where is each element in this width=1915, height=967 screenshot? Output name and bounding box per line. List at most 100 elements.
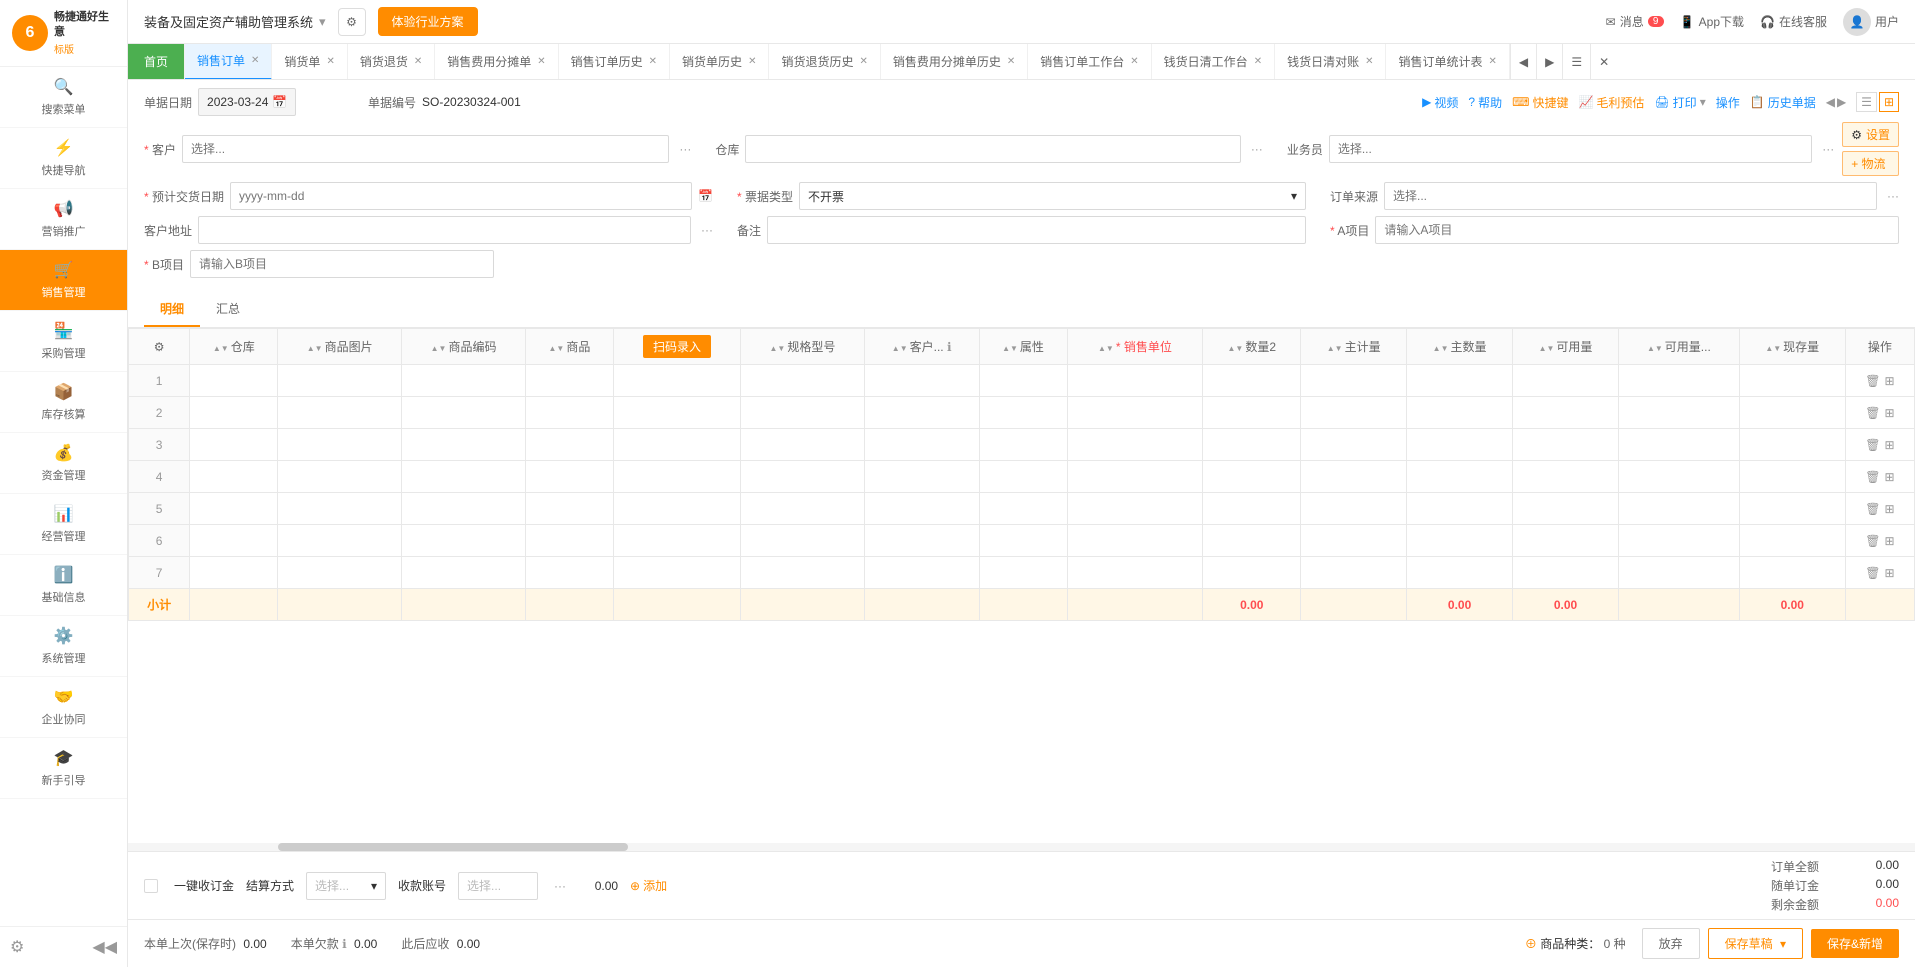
tab-close-icon[interactable]: ✕ <box>414 56 422 67</box>
sidebar-item-企业协同[interactable]: 🤝企业协同 <box>0 677 127 738</box>
staff-input[interactable] <box>1329 135 1812 163</box>
row-copy-icon[interactable]: ⊞ <box>1884 566 1894 580</box>
row-copy-icon[interactable]: ⊞ <box>1884 502 1894 516</box>
save-draft-dropdown-icon[interactable]: ▾ <box>1780 937 1786 951</box>
tab-nav-next[interactable]: ▶ <box>1536 44 1562 80</box>
calendar-icon[interactable]: 📅 <box>272 95 287 109</box>
account-select[interactable]: 选择... <box>458 872 538 900</box>
sidebar-gear-icon[interactable]: ⚙ <box>10 937 24 957</box>
row-delete-icon[interactable]: 🗑 <box>1865 470 1880 484</box>
sidebar-item-基础信息[interactable]: ℹ️基础信息 <box>0 555 127 616</box>
tab-销售订单[interactable]: 销售订单✕ <box>185 44 272 80</box>
tab-nav-prev[interactable]: ◀ <box>1510 44 1536 80</box>
history-link[interactable]: 📋 历史单据 <box>1750 94 1816 111</box>
row-copy-icon[interactable]: ⊞ <box>1884 438 1894 452</box>
tab-close-icon[interactable]: ✕ <box>1254 56 1262 67</box>
sidebar-collapse-icon[interactable]: ◀◀ <box>92 937 117 957</box>
sidebar-item-经营管理[interactable]: 📊经营管理 <box>0 494 127 555</box>
discard-button[interactable]: 放弃 <box>1642 928 1700 959</box>
horizontal-scrollbar[interactable] <box>128 843 1915 851</box>
profit-link[interactable]: 📈 毛利预估 <box>1578 94 1644 111</box>
col-header-settings[interactable]: ⚙ <box>129 329 190 365</box>
tab-销售订单历史[interactable]: 销售订单历史✕ <box>559 44 670 80</box>
tab-close-icon[interactable]: ✕ <box>859 56 867 67</box>
online-service-group[interactable]: 🎧 在线客服 <box>1760 13 1827 30</box>
tab-销售费用分摊单[interactable]: 销售费用分摊单✕ <box>435 44 558 80</box>
note-input[interactable] <box>767 216 1306 244</box>
col-settings-icon[interactable]: ⚙ <box>154 340 165 354</box>
detail-tab-汇总[interactable]: 汇总 <box>200 292 256 327</box>
dropdown-arrow-icon[interactable]: ▾ <box>319 14 326 30</box>
sidebar-item-采购管理[interactable]: 🏪采购管理 <box>0 311 127 372</box>
prev-record-btn[interactable]: ◀ <box>1826 95 1835 109</box>
row-delete-icon[interactable]: 🗑 <box>1865 534 1880 548</box>
row-delete-icon[interactable]: 🗑 <box>1865 374 1880 388</box>
address-more-icon[interactable]: ··· <box>701 223 713 237</box>
industry-solution-button[interactable]: 体验行业方案 <box>378 7 478 36</box>
one-click-checkbox[interactable] <box>144 879 158 893</box>
save-new-button[interactable]: 保存&新增 <box>1811 929 1899 958</box>
print-link[interactable]: 🖨 打印 ▾ <box>1654 94 1705 111</box>
grid-view-icon[interactable]: ⊞ <box>1879 92 1899 112</box>
sidebar-item-快捷导航[interactable]: ⚡快捷导航 <box>0 128 127 189</box>
tab-close-icon[interactable]: ✕ <box>1007 56 1015 67</box>
tab-销货退货[interactable]: 销货退货✕ <box>348 44 435 80</box>
row-copy-icon[interactable]: ⊞ <box>1884 470 1894 484</box>
tab-销售订单统计表[interactable]: 销售订单统计表✕ <box>1386 44 1509 80</box>
product-count-icon[interactable]: ⊕ <box>1525 937 1537 951</box>
row-delete-icon[interactable]: 🗑 <box>1865 406 1880 420</box>
customer-input[interactable] <box>182 135 669 163</box>
row-delete-icon[interactable]: 🗑 <box>1865 502 1880 516</box>
tab-close-icon[interactable]: ✕ <box>748 56 756 67</box>
sidebar-item-搜索菜单[interactable]: 🔍搜索菜单 <box>0 67 127 128</box>
customer-more-icon[interactable]: ··· <box>679 142 691 156</box>
a-project-input[interactable] <box>1375 216 1899 244</box>
address-input[interactable] <box>198 216 691 244</box>
tab-nav-close[interactable]: ✕ <box>1590 44 1617 80</box>
tab-销货单[interactable]: 销货单✕ <box>272 44 347 80</box>
tab-钱货日清对账[interactable]: 钱货日清对账✕ <box>1275 44 1386 80</box>
b-project-input[interactable] <box>190 250 494 278</box>
save-draft-button[interactable]: 保存草稿 ▾ <box>1708 928 1803 959</box>
row-copy-icon[interactable]: ⊞ <box>1884 374 1894 388</box>
row-delete-icon[interactable]: 🗑 <box>1865 438 1880 452</box>
order-source-more-icon[interactable]: ··· <box>1887 189 1899 203</box>
tab-销货单历史[interactable]: 销货单历史✕ <box>670 44 769 80</box>
row-copy-icon[interactable]: ⊞ <box>1884 406 1894 420</box>
tab-nav-more[interactable]: ☰ <box>1562 44 1590 80</box>
delivery-input[interactable] <box>230 182 692 210</box>
settings-icon-button[interactable]: ⚙ <box>338 8 366 36</box>
sidebar-item-系统管理[interactable]: ⚙️系统管理 <box>0 616 127 677</box>
col-header-scan[interactable]: 扫码录入 <box>613 329 740 365</box>
tab-close-icon[interactable]: ✕ <box>1489 56 1497 67</box>
account-more-icon[interactable]: ··· <box>554 879 566 893</box>
tab-close-icon[interactable]: ✕ <box>251 55 259 66</box>
list-view-icon[interactable]: ☰ <box>1856 92 1877 112</box>
add-logistics-btn[interactable]: + 物流 <box>1842 151 1899 176</box>
order-source-input[interactable] <box>1384 182 1877 210</box>
sidebar-item-新手引导[interactable]: 🎓新手引导 <box>0 738 127 799</box>
settings-side-btn[interactable]: ⚙ 设置 <box>1842 122 1899 147</box>
current-owe-info-icon[interactable]: ℹ <box>342 937 347 951</box>
message-group[interactable]: ✉ 消息 9 <box>1606 13 1664 30</box>
date-input[interactable]: 2023-03-24 📅 <box>198 88 296 116</box>
next-record-btn[interactable]: ▶ <box>1837 95 1846 109</box>
tab-钱货日清工作台[interactable]: 钱货日清工作台✕ <box>1152 44 1275 80</box>
calendar2-icon[interactable]: 📅 <box>698 189 713 203</box>
scan-btn[interactable]: 扫码录入 <box>643 335 711 358</box>
tab-销货退货历史[interactable]: 销货退货历史✕ <box>769 44 880 80</box>
sidebar-item-库存核算[interactable]: 📦库存核算 <box>0 372 127 433</box>
tab-close-icon[interactable]: ✕ <box>1130 56 1138 67</box>
row-delete-icon[interactable]: 🗑 <box>1865 566 1880 580</box>
tab-首页[interactable]: 首页 <box>128 44 185 80</box>
row-copy-icon[interactable]: ⊞ <box>1884 534 1894 548</box>
view-link[interactable]: ▶ 视频 <box>1422 94 1458 111</box>
invoice-select[interactable]: 不开票 ▾ <box>799 182 1306 210</box>
detail-tab-明细[interactable]: 明细 <box>144 292 200 327</box>
warehouse-input[interactable]: 成品库 <box>745 135 1240 163</box>
tab-销售订单工作台[interactable]: 销售订单工作台✕ <box>1028 44 1151 80</box>
tab-close-icon[interactable]: ✕ <box>1365 56 1373 67</box>
sidebar-item-营销推广[interactable]: 📢营销推广 <box>0 189 127 250</box>
app-download-group[interactable]: 📱 App下载 <box>1680 13 1744 30</box>
tab-close-icon[interactable]: ✕ <box>326 56 334 67</box>
